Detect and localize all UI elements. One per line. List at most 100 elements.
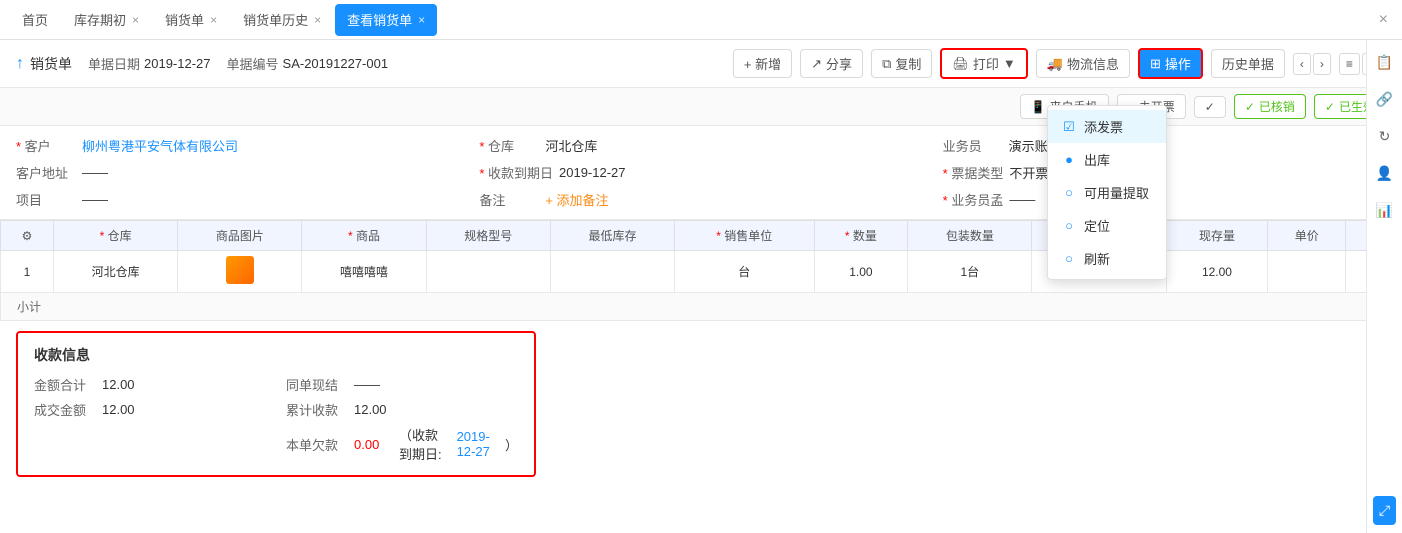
doc-header: ↑ 销货单 单据日期 2019-12-27 单据编号 SA-20191227-0… (0, 40, 1402, 88)
list-view-button[interactable]: ≡ (1339, 53, 1360, 75)
new-button[interactable]: + 新增 (733, 49, 792, 78)
col-settings[interactable]: ⚙ (1, 221, 54, 251)
note-add-button[interactable]: + 添加备注 (545, 190, 608, 209)
subtotal-label: 小计 (1, 293, 1402, 321)
close-tab-sales[interactable]: × (210, 13, 217, 27)
sidebar-link-icon[interactable]: 🔗 (1370, 85, 1399, 114)
balance-note (387, 437, 391, 452)
sales-staff-value: —— (1009, 192, 1035, 207)
cell-current: 12.00 (1166, 251, 1267, 293)
share-button[interactable]: ↗ 分享 (800, 49, 863, 78)
col-unit: 销售单位 (675, 221, 815, 251)
cell-pack-qty: 1台 (908, 251, 1032, 293)
note-label: 备注 (479, 190, 539, 209)
due-date-label: 收款到期日 (479, 163, 553, 182)
dropdown-outbound[interactable]: ● 出库 (1048, 143, 1166, 176)
cell-no: 1 (1, 251, 54, 293)
dropdown-refresh[interactable]: ○ 刷新 (1048, 242, 1166, 275)
logistics-button[interactable]: 🚚 物流信息 (1036, 49, 1130, 78)
col-warehouse: 仓库 (54, 221, 178, 251)
note-add-icon: + (545, 193, 553, 208)
amount-total-row: 金额合计 12.00 (34, 375, 266, 394)
amount-total-value: 12.00 (102, 377, 135, 392)
dropdown-locate[interactable]: ○ 定位 (1048, 209, 1166, 242)
cell-product: 嘻嘻嘻嘻 (302, 251, 426, 293)
header-actions: + 新增 ↗ 分享 ⧉ 复制 🖨 打印 ▼ 🚚 物流信息 (733, 48, 1386, 79)
toolbar-row: 📱 来自手机 ● 未开票 ✓ ✓ 已核销 ✓ 已生效 (0, 88, 1402, 126)
deal-amount-row: 成交金额 12.00 (34, 400, 266, 419)
close-all-tabs-button[interactable]: × (1375, 7, 1392, 33)
logistics-icon: 🚚 (1047, 56, 1063, 72)
cell-qty: 1.00 (814, 251, 908, 293)
radio-empty-icon3: ○ (1062, 251, 1076, 266)
cumulative-label: 累计收款 (286, 400, 346, 419)
close-tab-view-sales[interactable]: × (418, 13, 425, 27)
col-min-stock: 最低库存 (550, 221, 674, 251)
balance-date[interactable]: 2019-12-27 (457, 429, 497, 459)
cumulative-row: 累计收款 12.00 (286, 400, 518, 419)
history-button[interactable]: 历史单据 (1211, 49, 1285, 78)
confirm-icon: ✓ (1205, 100, 1215, 114)
warehouse-label: 仓库 (479, 136, 539, 155)
tab-inventory[interactable]: 库存期初 × (62, 4, 151, 36)
tab-bar: 首页 库存期初 × 销货单 × 销货单历史 × 查看销货单 × × (0, 0, 1402, 40)
tab-sales-history[interactable]: 销货单历史 × (231, 4, 333, 36)
operation-button[interactable]: ⊞ 操作 (1138, 48, 1203, 79)
prev-button[interactable]: ‹ (1293, 53, 1311, 75)
sales-staff-label: 业务员孟 (943, 190, 1004, 209)
checkbox-icon: ☑ (1062, 119, 1076, 135)
confirm-button[interactable]: ✓ (1194, 96, 1226, 118)
receipt-title: 收款信息 (34, 345, 518, 365)
radio-empty-icon2: ○ (1062, 218, 1076, 233)
tab-view-sales[interactable]: 查看销货单 × (335, 4, 437, 36)
dropdown-available-qty[interactable]: ○ 可用量提取 (1048, 176, 1166, 209)
project-value: —— (82, 192, 108, 207)
tab-sales[interactable]: 销货单 × (153, 4, 229, 36)
next-button[interactable]: › (1313, 53, 1331, 75)
product-table: ⚙ 仓库 商品图片 商品 规格型号 最低库存 销售单位 数量 包装数量 可用量 … (0, 220, 1402, 321)
col-spec: 规格型号 (426, 221, 550, 251)
share-icon: ↗ (811, 56, 822, 72)
cell-min-stock (550, 251, 674, 293)
sidebar-doc-icon[interactable]: 📋 (1370, 48, 1399, 77)
settings-icon: ⚙ (22, 229, 33, 243)
receipt-section: 收款信息 金额合计 12.00 成交金额 12.00 同单现结 —— (16, 331, 536, 477)
balance-note-text: （收款到期日: (399, 425, 449, 463)
cell-unit: 台 (675, 251, 815, 293)
customer-value[interactable]: 柳州粤港平安气体有限公司 (82, 136, 238, 155)
main-content: ↑ 销货单 单据日期 2019-12-27 单据编号 SA-20191227-0… (0, 40, 1402, 533)
print-button[interactable]: 🖨 打印 ▼ (940, 48, 1027, 79)
balance-row: 本单欠款 0.00 （收款到期日: 2019-12-27 ） (286, 425, 518, 463)
doc-no-label: 单据编号 (227, 54, 279, 73)
operation-dropdown: ☑ 添发票 ● 出库 ○ 可用量提取 ○ 定位 ○ 刷新 (1047, 105, 1167, 280)
sidebar-user-icon[interactable]: 👤 (1370, 159, 1399, 188)
cumulative-value: 12.00 (354, 402, 387, 417)
cancelled-button[interactable]: ✓ 已核销 (1234, 94, 1306, 119)
cell-img (178, 251, 302, 293)
cell-warehouse: 河北仓库 (54, 251, 178, 293)
cell-spec (426, 251, 550, 293)
receipt-grid: 金额合计 12.00 成交金额 12.00 同单现结 —— 累计收款 (34, 375, 518, 463)
tab-home[interactable]: 首页 (10, 4, 60, 36)
doc-meta: 单据日期 2019-12-27 单据编号 SA-20191227-001 (88, 54, 388, 73)
due-date-row: 收款到期日 2019-12-27 (479, 163, 922, 182)
close-tab-inventory[interactable]: × (132, 13, 139, 27)
same-order-row: 同单现结 —— (286, 375, 518, 394)
nav-arrows: ‹ › (1293, 53, 1331, 75)
sidebar-refresh-icon[interactable]: ↻ (1373, 122, 1397, 151)
doc-date-label: 单据日期 (88, 54, 140, 73)
close-tab-sales-history[interactable]: × (314, 13, 321, 27)
product-thumbnail (226, 256, 254, 284)
balance-label: 本单欠款 (286, 435, 346, 454)
address-row: 客户地址 —— (16, 163, 459, 182)
col-current: 现存量 (1166, 221, 1267, 251)
doc-type-label: 销货单 (30, 54, 72, 74)
doc-date-value: 2019-12-27 (144, 56, 211, 71)
sidebar-expand-icon[interactable]: ⤢ (1373, 496, 1396, 525)
copy-button[interactable]: ⧉ 复制 (871, 49, 932, 78)
doc-type-icon: ↑ (16, 55, 24, 73)
address-label: 客户地址 (16, 163, 76, 182)
sidebar-chart-icon[interactable]: 📊 (1370, 196, 1399, 225)
balance-note-end: ） (505, 435, 518, 454)
dropdown-add-invoice[interactable]: ☑ 添发票 (1048, 110, 1166, 143)
